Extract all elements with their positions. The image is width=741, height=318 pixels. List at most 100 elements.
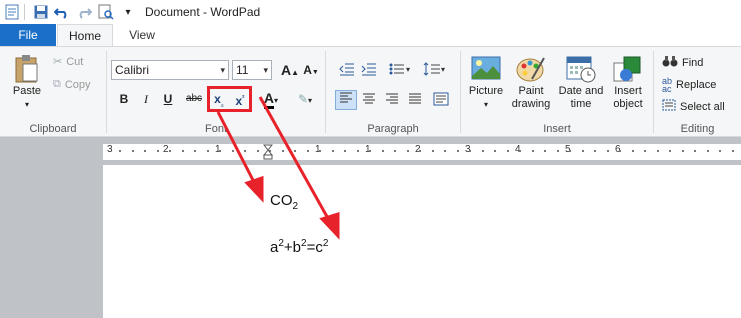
paragraph-dialog-icon[interactable]: [432, 92, 450, 108]
ribbon: Paste ▾ ✂ Cut ⧉ Copy Clipboard Calibri ▾…: [0, 46, 741, 137]
copy-icon: ⧉: [53, 78, 61, 90]
divider: [24, 4, 25, 20]
ruler-tick: [131, 150, 134, 152]
ruler-tick: [631, 150, 634, 152]
ruler-tick: [569, 150, 571, 152]
divider: [106, 51, 107, 133]
decrease-indent-icon[interactable]: [338, 62, 356, 78]
divider: [325, 51, 326, 133]
ruler-number: 2: [163, 144, 169, 155]
tab-file[interactable]: File: [0, 24, 56, 46]
paste-icon: [6, 53, 48, 85]
shrink-font-icon[interactable]: A▼: [303, 62, 319, 78]
customize-icon[interactable]: ▾: [119, 3, 137, 21]
align-center-button[interactable]: [361, 92, 377, 108]
strikethrough-button[interactable]: abc: [183, 91, 205, 107]
ruler-tick: [481, 150, 484, 152]
select-all-button[interactable]: Select all: [662, 99, 725, 114]
insert-object-label-1: Insert: [614, 85, 642, 97]
ruler-tick: [531, 150, 534, 152]
increase-indent-icon[interactable]: [360, 62, 378, 78]
ruler-tick: [294, 150, 296, 152]
document-page[interactable]: CO2 a2+b2=c2: [103, 165, 741, 318]
underline-button[interactable]: U: [160, 91, 176, 107]
picture-icon: [464, 53, 508, 85]
ruler-tick: [219, 150, 221, 152]
font-family-select[interactable]: Calibri ▾: [111, 60, 229, 80]
insert-object-label-2: object: [613, 98, 643, 110]
wordpad-icon[interactable]: [3, 3, 21, 21]
chevron-down-icon: ▾: [483, 100, 488, 109]
bold-button[interactable]: B: [116, 91, 132, 107]
text-color-button[interactable]: A▾: [259, 90, 283, 109]
ruler-tick: [356, 150, 359, 152]
ruler-tick: [469, 150, 471, 152]
ruler-tick: [506, 150, 509, 152]
scissors-icon: ✂: [53, 56, 63, 68]
ruler-tick: [456, 150, 459, 152]
cut-button[interactable]: ✂ Cut: [53, 55, 84, 69]
svg-text:▾: ▾: [406, 65, 410, 74]
print-preview-icon[interactable]: [97, 3, 115, 21]
font-family-value: Calibri: [115, 63, 150, 77]
tab-home[interactable]: Home: [57, 24, 113, 46]
ruler-tick: [331, 150, 334, 152]
highlight-button[interactable]: ✎▾: [291, 91, 319, 107]
object-icon: [607, 53, 649, 85]
ruler-tick: [431, 150, 434, 152]
align-right-button[interactable]: [384, 92, 400, 108]
replace-label: Replace: [676, 79, 717, 91]
chevron-down-icon: ▾: [263, 65, 268, 75]
svg-text:▾: ▾: [441, 65, 445, 74]
paint-label-1: Paint: [518, 85, 544, 97]
cut-label: Cut: [66, 55, 84, 68]
ruler-tick: [719, 150, 721, 152]
ruler-tick: [281, 150, 284, 152]
save-icon[interactable]: [32, 3, 50, 21]
grow-font-icon[interactable]: A▲: [281, 62, 299, 78]
ruler-tick: [194, 150, 196, 152]
find-button[interactable]: Find: [662, 55, 703, 70]
subscript-2: 2: [292, 201, 299, 212]
ruler-tick: [694, 150, 696, 152]
justify-button[interactable]: [407, 92, 423, 108]
ruler-tick: [381, 150, 384, 152]
ruler-tick: [119, 150, 121, 152]
indent-marker-icon[interactable]: [262, 144, 274, 160]
highlighter-icon: ✎: [297, 92, 309, 106]
ruler-tick: [594, 150, 596, 152]
paint-drawing-button[interactable]: Paint drawing: [508, 53, 554, 111]
ruler-tick: [169, 150, 171, 152]
ruler-tick: [256, 150, 259, 152]
editing-group-label: Editing: [680, 123, 715, 135]
ruler-tick: [556, 150, 559, 152]
calendar-clock-icon: [555, 53, 607, 85]
paste-button[interactable]: Paste ▾: [6, 53, 48, 111]
bullets-button[interactable]: ▾: [385, 62, 415, 78]
align-left-button[interactable]: [335, 90, 357, 110]
line-spacing-button[interactable]: ▾: [420, 62, 450, 78]
eq-plus-b: +b: [283, 239, 302, 256]
paragraph-group-label: Paragraph: [367, 123, 419, 135]
ruler-tick: [144, 150, 146, 152]
insert-object-button[interactable]: Insert object: [607, 53, 649, 111]
ruler-tick: [644, 150, 646, 152]
date-time-label-1: Date and: [558, 85, 604, 97]
ruler[interactable]: 3 2 1 1 1 2 3 4 5 6: [103, 144, 741, 160]
font-size-select[interactable]: 11 ▾: [232, 60, 272, 80]
ribbon-tabs: File Home View: [0, 24, 741, 46]
binoculars-icon: [662, 55, 678, 70]
tab-view[interactable]: View: [116, 24, 168, 46]
italic-button[interactable]: I: [138, 91, 154, 107]
redo-icon[interactable]: [75, 3, 93, 21]
ruler-tick: [369, 150, 371, 152]
ruler-tick: [231, 150, 234, 152]
ruler-tick: [656, 150, 659, 152]
replace-button[interactable]: ab ac Replace: [662, 77, 717, 94]
ruler-tick: [544, 150, 546, 152]
copy-button[interactable]: ⧉ Copy: [53, 78, 91, 91]
picture-button[interactable]: Picture ▾: [464, 53, 508, 111]
date-time-button[interactable]: Date and time: [555, 53, 607, 111]
undo-icon[interactable]: [53, 3, 71, 21]
date-time-label-2: time: [570, 98, 592, 110]
